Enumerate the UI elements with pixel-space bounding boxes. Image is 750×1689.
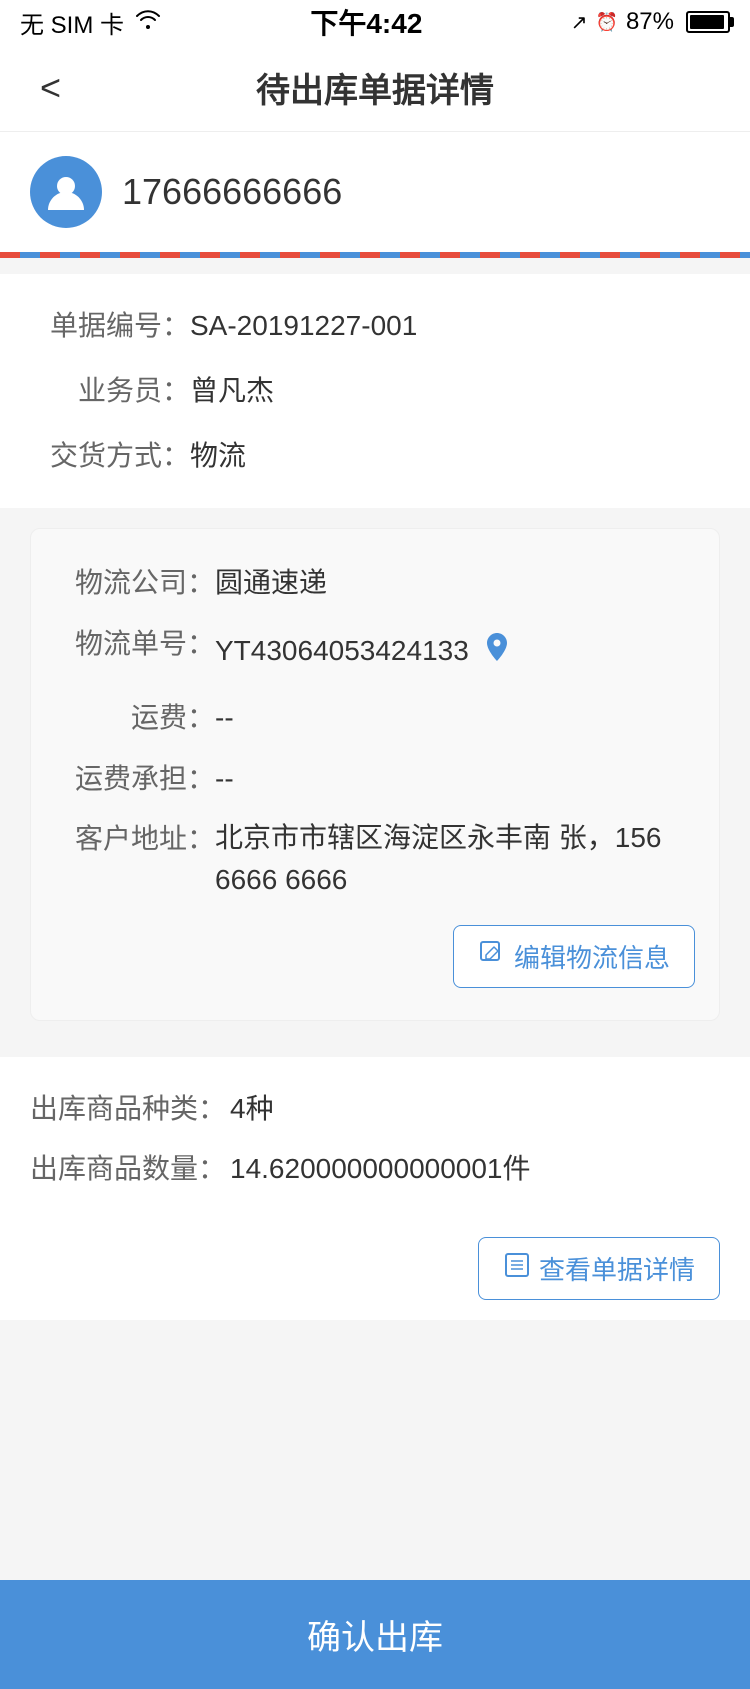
location-icon: ↗ (571, 10, 588, 35)
logistics-freight-bear-value: -- (215, 757, 695, 802)
carrier-text: 无 SIM 卡 (20, 5, 124, 40)
doc-number-row: 单据编号： SA-20191227-001 (30, 304, 720, 349)
logistics-tracking-value: YT43064053424133 (215, 622, 695, 680)
avatar (30, 156, 102, 228)
battery-icon (686, 11, 730, 33)
salesman-label: 业务员： (30, 369, 190, 414)
logistics-company-value: 圆通速递 (215, 561, 695, 606)
edit-icon (478, 939, 506, 974)
logistics-freight-value: -- (215, 696, 695, 741)
doc-number-label: 单据编号： (30, 304, 190, 349)
delivery-label: 交货方式： (30, 434, 190, 479)
section-divider (0, 1041, 750, 1057)
logistics-company-row: 物流公司： 圆通速递 (31, 553, 719, 614)
logistics-tracking-row: 物流单号： YT43064053424133 (31, 614, 719, 688)
empty-space (0, 1320, 750, 1580)
goods-type-row: 出库商品种类： 4种 (30, 1087, 720, 1127)
edit-logistics-button[interactable]: 编辑物流信息 (453, 925, 695, 988)
tracking-location-icon[interactable] (481, 622, 513, 680)
list-icon (503, 1251, 531, 1286)
goods-quantity-label: 出库商品数量： (30, 1147, 230, 1187)
view-detail-button[interactable]: 查看单据详情 (478, 1237, 720, 1300)
dashed-divider (0, 252, 750, 258)
goods-quantity-value: 14.620000000000001件 (230, 1147, 531, 1187)
view-detail-container: 查看单据详情 (0, 1217, 750, 1320)
goods-type-label: 出库商品种类： (30, 1087, 230, 1127)
edit-logistics-label: 编辑物流信息 (514, 938, 670, 975)
goods-section: 出库商品种类： 4种 出库商品数量： 14.620000000000001件 (0, 1057, 750, 1217)
goods-quantity-row: 出库商品数量： 14.620000000000001件 (30, 1147, 720, 1187)
edit-logistics-container: 编辑物流信息 (31, 909, 719, 996)
confirm-button[interactable]: 确认出库 (0, 1580, 750, 1689)
status-right: ↗ ⏰ 87% (571, 8, 730, 36)
customer-phone: 17666666666 (122, 171, 342, 213)
back-button[interactable]: < (30, 57, 71, 119)
logistics-section: 物流公司： 圆通速递 物流单号： YT43064053424133 运费： --… (30, 528, 720, 1021)
document-info-section: 单据编号： SA-20191227-001 业务员： 曾凡杰 交货方式： 物流 (0, 274, 750, 508)
logistics-freight-bear-label: 运费承担： (55, 757, 215, 802)
status-time: 下午4:42 (310, 2, 422, 42)
wifi-icon (134, 8, 162, 36)
logistics-tracking-label: 物流单号： (55, 622, 215, 667)
logistics-address-label: 客户地址： (55, 817, 215, 862)
logistics-freight-label: 运费： (55, 696, 215, 741)
salesman-value: 曾凡杰 (190, 369, 720, 414)
delivery-row: 交货方式： 物流 (30, 434, 720, 479)
logistics-address-value: 北京市市辖区海淀区永丰南 张，156 6666 6666 (215, 817, 695, 901)
logistics-company-label: 物流公司： (55, 561, 215, 606)
status-left: 无 SIM 卡 (20, 5, 162, 40)
logistics-freight-bear-row: 运费承担： -- (31, 749, 719, 810)
view-detail-label: 查看单据详情 (539, 1250, 695, 1287)
doc-number-value: SA-20191227-001 (190, 304, 720, 349)
nav-bar: < 待出库单据详情 (0, 44, 750, 132)
logistics-address-row: 客户地址： 北京市市辖区海淀区永丰南 张，156 6666 6666 (31, 809, 719, 909)
alarm-icon: ⏰ (596, 12, 618, 33)
battery-percent: 87% (626, 8, 674, 36)
salesman-row: 业务员： 曾凡杰 (30, 369, 720, 414)
goods-type-value: 4种 (230, 1087, 274, 1127)
status-bar: 无 SIM 卡 下午4:42 ↗ ⏰ 87% (0, 0, 750, 44)
customer-section: 17666666666 (0, 132, 750, 252)
user-avatar-icon (44, 170, 88, 214)
page-title: 待出库单据详情 (256, 63, 494, 112)
delivery-value: 物流 (190, 434, 720, 479)
logistics-freight-row: 运费： -- (31, 688, 719, 749)
